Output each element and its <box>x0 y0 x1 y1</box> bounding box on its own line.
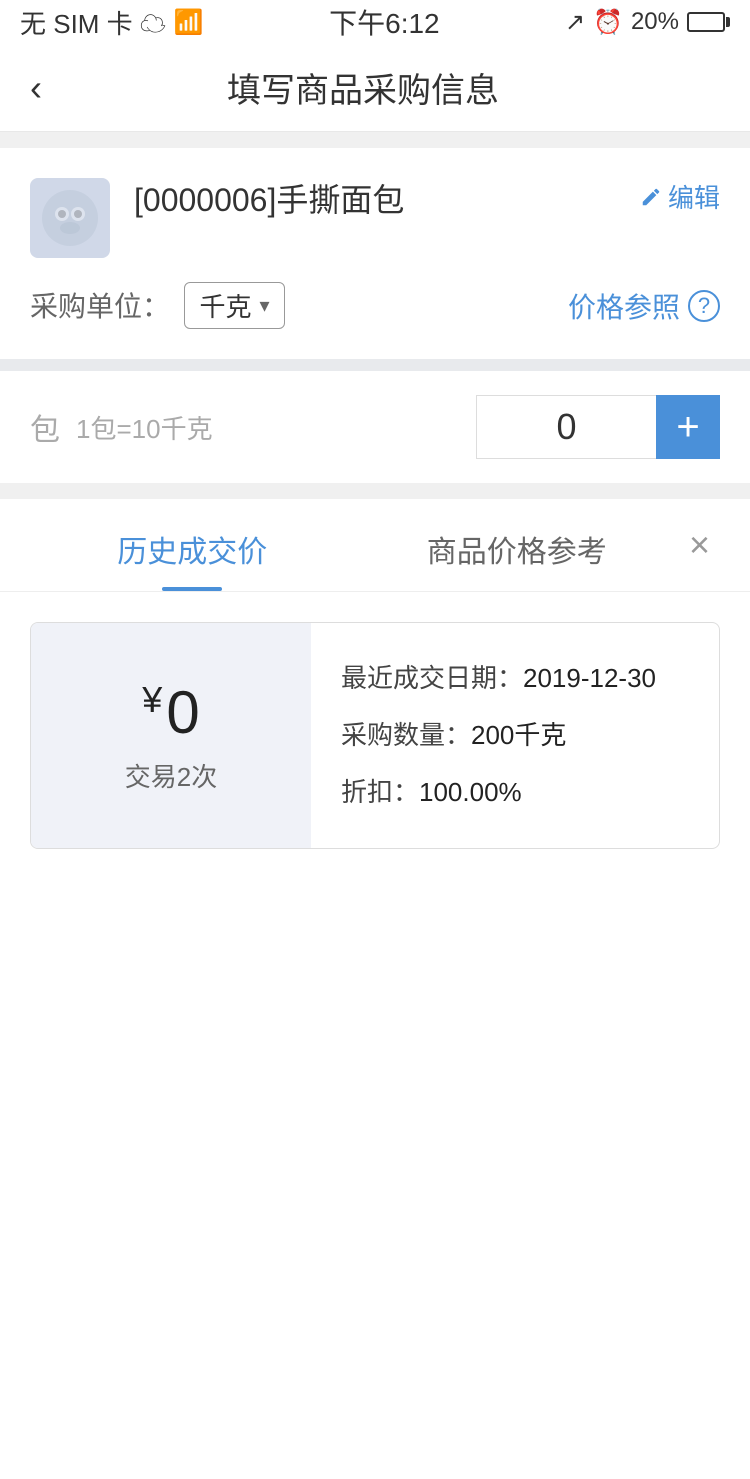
status-bar: 无 SIM 卡 ☁ 📶 下午6:12 ↗ ⏰ 20% <box>0 0 750 44</box>
price-value: 0 <box>166 679 199 746</box>
battery-tip <box>726 17 730 27</box>
nav-bar: ‹ 填写商品采购信息 <box>0 44 750 132</box>
bottom-space <box>0 879 750 1479</box>
unit-select[interactable]: 千克 ▾ <box>184 282 284 329</box>
product-info: [0000006]手撕面包 <box>30 178 404 258</box>
price-ref-button[interactable]: 价格参照 ? <box>568 286 720 326</box>
battery-icon <box>687 12 730 32</box>
tab-close-button[interactable]: × <box>679 504 720 586</box>
page-title: 填写商品采购信息 <box>62 63 664 112</box>
tab-history-label: 历史成交价 <box>117 536 267 569</box>
history-price: ¥0 <box>142 678 199 747</box>
package-icon: 包 <box>30 405 60 449</box>
product-thumbnail <box>30 178 110 258</box>
quantity-unit-info: 包 1包=10千克 <box>30 405 213 449</box>
edit-icon <box>640 186 662 208</box>
tab-price-ref-label: 商品价格参考 <box>427 536 607 569</box>
tab-row: 历史成交价 商品价格参考 × <box>0 499 750 592</box>
history-detail-discount: 折扣：100.00% <box>341 773 689 812</box>
edit-label: 编辑 <box>668 178 720 215</box>
chevron-down-icon: ▾ <box>259 293 269 318</box>
price-symbol: ¥ <box>142 679 162 720</box>
product-name: [0000006]手撕面包 <box>134 178 404 223</box>
divider-1 <box>0 359 750 371</box>
detail-qty-value: 200千克 <box>471 720 566 750</box>
package-conversion: 1包=10千克 <box>76 409 213 446</box>
history-detail-quantity: 采购数量：200千克 <box>341 716 689 755</box>
history-section: ¥0 交易2次 最近成交日期：2019-12-30 采购数量：200千克 折扣：… <box>0 592 750 879</box>
question-icon: ? <box>688 290 720 322</box>
product-name-container: [0000006]手撕面包 <box>134 178 404 223</box>
product-header: [0000006]手撕面包 编辑 <box>30 178 720 258</box>
history-card-right: 最近成交日期：2019-12-30 采购数量：200千克 折扣：100.00% <box>311 623 719 848</box>
detail-discount-value: 100.00% <box>419 777 522 807</box>
thumbnail-svg <box>40 188 100 248</box>
sim-label: 无 SIM 卡 ☁ <box>20 4 166 41</box>
location-icon: ↗ <box>565 8 585 37</box>
detail-qty-label: 采购数量： <box>341 720 471 750</box>
product-card: [0000006]手撕面包 编辑 采购单位： 千克 ▾ 价格参照 ? <box>0 148 750 359</box>
status-time: 下午6:12 <box>329 2 440 42</box>
history-card: ¥0 交易2次 最近成交日期：2019-12-30 采购数量：200千克 折扣：… <box>30 622 720 849</box>
history-card-left: ¥0 交易2次 <box>31 623 311 848</box>
status-right: ↗ ⏰ 20% <box>565 8 730 37</box>
battery-percent: 20% <box>631 8 679 36</box>
quantity-input-group: 0 + <box>476 395 720 459</box>
back-button[interactable]: ‹ <box>30 67 42 109</box>
unit-label: 采购单位： <box>30 291 170 322</box>
battery-body <box>687 12 725 32</box>
trade-count: 交易2次 <box>125 757 217 794</box>
unit-value: 千克 <box>199 287 251 324</box>
unit-left: 采购单位： 千克 ▾ <box>30 282 285 329</box>
edit-button[interactable]: 编辑 <box>640 178 720 215</box>
wifi-icon: 📶 <box>174 8 204 37</box>
quantity-row: 包 1包=10千克 0 + <box>0 371 750 483</box>
tab-product-price-ref[interactable]: 商品价格参考 <box>354 499 678 591</box>
product-unit-row: 采购单位： 千克 ▾ 价格参照 ? <box>30 282 720 329</box>
tab-history-price[interactable]: 历史成交价 <box>30 499 354 591</box>
detail-discount-label: 折扣： <box>341 777 419 807</box>
price-ref-label: 价格参照 <box>568 286 680 326</box>
quantity-plus-button[interactable]: + <box>656 395 720 459</box>
alarm-icon: ⏰ <box>593 8 623 37</box>
detail-date-label: 最近成交日期： <box>341 663 523 693</box>
detail-date-value: 2019-12-30 <box>523 663 656 693</box>
history-detail-date: 最近成交日期：2019-12-30 <box>341 659 689 698</box>
status-left: 无 SIM 卡 ☁ 📶 <box>20 4 204 41</box>
quantity-display[interactable]: 0 <box>476 395 656 459</box>
